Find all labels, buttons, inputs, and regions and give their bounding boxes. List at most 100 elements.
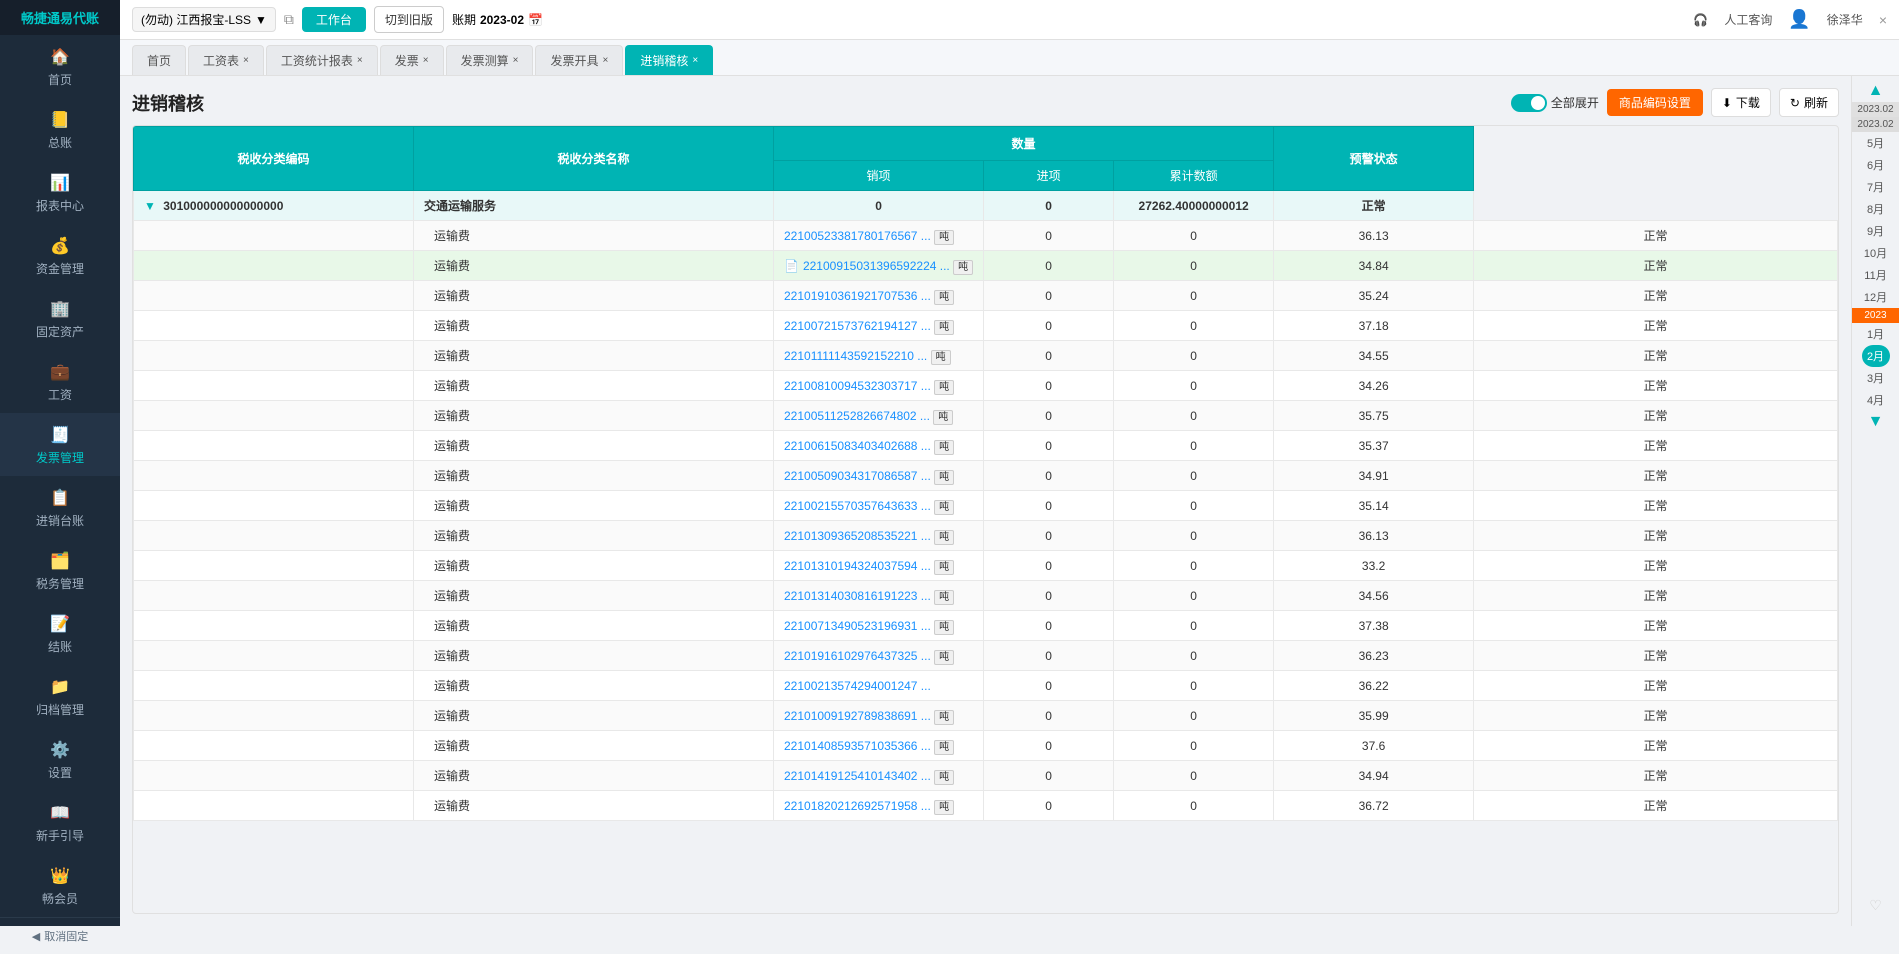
table-row[interactable]: 运输费 22101314030816191223 ... 吨 0 0 34.56… [134, 581, 1838, 611]
sidebar-item-assets-label: 固定资产 [36, 323, 84, 340]
tab-invoice[interactable]: 发票 × [380, 45, 444, 75]
sidebar-item-guide[interactable]: 📖 新手引导 [0, 791, 120, 854]
table-row[interactable]: 运输费 22101309365208535221 ... 吨 0 0 36.13… [134, 521, 1838, 551]
calendar-month-6[interactable]: 6月 [1852, 154, 1899, 176]
table-row[interactable]: ▼ 301000000000000000 交通运输服务 0 0 27262.40… [134, 191, 1838, 221]
cell-name: 运输费 [414, 761, 774, 791]
cell-status: 正常 [1474, 791, 1838, 821]
table-row[interactable]: 运输费 22100509034317086587 ... 吨 0 0 34.91… [134, 461, 1838, 491]
cell-status: 正常 [1474, 251, 1838, 281]
calendar-month-1[interactable]: 1月 [1852, 323, 1899, 345]
sidebar-item-salary[interactable]: 💼 工资 [0, 350, 120, 413]
tab-close-icon[interactable]: × [602, 55, 608, 66]
company-selector[interactable]: (勿动) 江西报宝-LSS ▼ [132, 7, 276, 32]
cell-code [134, 371, 414, 401]
sidebar-item-finance[interactable]: 💰 资金管理 [0, 224, 120, 287]
product-code-settings-button[interactable]: 商品编码设置 [1607, 89, 1703, 116]
cell-invoice: 22101310194324037594 ... 吨 [774, 551, 984, 581]
close-button[interactable]: × [1879, 12, 1887, 28]
tab-inout-audit[interactable]: 进销稽核 × [625, 45, 713, 75]
tab-inout-audit-label: 进销稽核 [640, 52, 688, 69]
table-row[interactable]: 运输费 📄22100915031396592224 ... 吨 0 0 34.8… [134, 251, 1838, 281]
service-label[interactable]: 人工客询 [1724, 11, 1772, 28]
sidebar-item-assets[interactable]: 🏢 固定资产 [0, 287, 120, 350]
tab-close-icon[interactable]: × [357, 55, 363, 66]
sidebar-item-settings-label: 设置 [48, 764, 72, 781]
sidebar-item-settings[interactable]: ⚙️ 设置 [0, 728, 120, 791]
table-row[interactable]: 运输费 22100215570357643633 ... 吨 0 0 35.14… [134, 491, 1838, 521]
table-row[interactable]: 运输费 22101111143592152210 ... 吨 0 0 34.55… [134, 341, 1838, 371]
sidebar-item-vip[interactable]: 👑 畅会员 [0, 854, 120, 917]
tab-salary-stats[interactable]: 工资统计报表 × [266, 45, 378, 75]
table-row[interactable]: 运输费 22100721573762194127 ... 吨 0 0 37.18… [134, 311, 1838, 341]
calendar-month-12[interactable]: 12月 [1852, 286, 1899, 308]
sidebar-item-invoice[interactable]: 🧾 发票管理 [0, 413, 120, 476]
cell-invoice: 22101309365208535221 ... 吨 [774, 521, 984, 551]
tab-home[interactable]: 首页 [132, 45, 186, 75]
table-row[interactable]: 运输费 22101009192789838691 ... 吨 0 0 35.99… [134, 701, 1838, 731]
period-label: 账期 [452, 11, 476, 28]
table-row[interactable]: 运输费 22101916102976437325 ... 吨 0 0 36.23… [134, 641, 1838, 671]
calendar-up-nav[interactable]: ▲ [1866, 80, 1886, 102]
tab-close-icon[interactable]: × [692, 55, 698, 66]
switch-version-button[interactable]: 切到旧版 [374, 6, 444, 33]
sidebar-item-home[interactable]: 🏠 首页 [0, 35, 120, 98]
unit-tag: 吨 [934, 650, 954, 665]
table-row[interactable]: 运输费 22101310194324037594 ... 吨 0 0 33.2 … [134, 551, 1838, 581]
table-row[interactable]: 运输费 22101910361921707536 ... 吨 0 0 35.24… [134, 281, 1838, 311]
sidebar-item-reports[interactable]: 📊 报表中心 [0, 161, 120, 224]
calendar-down-nav[interactable]: ▼ [1866, 411, 1886, 433]
cell-sales: 0 [984, 581, 1114, 611]
table-row[interactable]: 运输费 22101408593571035366 ... 吨 0 0 37.6 … [134, 731, 1838, 761]
calendar-month-11[interactable]: 11月 [1852, 264, 1899, 286]
tab-close-icon[interactable]: × [423, 55, 429, 66]
calendar-month-2[interactable]: 2月 [1862, 345, 1890, 367]
tab-invoice-issue[interactable]: 发票开具 × [535, 45, 623, 75]
file-icon: 📄 [784, 259, 799, 273]
table-row[interactable]: 运输费 22101419125410143402 ... 吨 0 0 34.94… [134, 761, 1838, 791]
sidebar-item-finance-label: 资金管理 [36, 260, 84, 277]
cell-status: 正常 [1474, 401, 1838, 431]
sidebar-item-archive[interactable]: 📁 归档管理 [0, 665, 120, 728]
tab-invoice-calc[interactable]: 发票测算 × [446, 45, 534, 75]
cell-cumulative: 34.56 [1274, 581, 1474, 611]
tab-close-icon[interactable]: × [243, 55, 249, 66]
sidebar-item-inout[interactable]: 📋 进销台账 [0, 476, 120, 539]
sidebar-pin[interactable]: ◀ 取消固定 [0, 917, 120, 954]
table-row[interactable]: 运输费 22100523381780176567 ... 吨 0 0 36.13… [134, 221, 1838, 251]
download-button[interactable]: ⬇ 下载 [1711, 88, 1771, 117]
calendar-month-7[interactable]: 7月 [1852, 176, 1899, 198]
cell-name: 运输费 [414, 551, 774, 581]
table-row[interactable]: 运输费 22101820212692571958 ... 吨 0 0 36.72… [134, 791, 1838, 821]
tab-salary-table[interactable]: 工资表 × [188, 45, 264, 75]
cell-sales: 0 [984, 281, 1114, 311]
cell-purchase: 0 [1114, 311, 1274, 341]
code-value: 301000000000000000 [163, 199, 283, 213]
unit-tag: 吨 [953, 260, 973, 275]
sidebar-item-ledger[interactable]: 📒 总账 [0, 98, 120, 161]
tab-close-icon[interactable]: × [513, 55, 519, 66]
col-header-code: 税收分类编码 [134, 127, 414, 191]
cell-sales: 0 [984, 311, 1114, 341]
cell-purchase: 0 [1114, 641, 1274, 671]
calendar-icon[interactable]: 📅 [528, 13, 543, 27]
calendar-month-4[interactable]: 4月 [1852, 389, 1899, 411]
calendar-month-5[interactable]: 5月 [1852, 132, 1899, 154]
sidebar-item-closing[interactable]: 📝 结账 [0, 602, 120, 665]
calendar-month-10[interactable]: 10月 [1852, 242, 1899, 264]
refresh-button[interactable]: ↻ 刷新 [1779, 88, 1839, 117]
sidebar-item-tax[interactable]: 🗂️ 税务管理 [0, 539, 120, 602]
calendar-month-9[interactable]: 9月 [1852, 220, 1899, 242]
sidebar-item-reports-label: 报表中心 [36, 197, 84, 214]
workbench-button[interactable]: 工作台 [302, 7, 366, 32]
table-row[interactable]: 运输费 22100615083403402688 ... 吨 0 0 35.37… [134, 431, 1838, 461]
calendar-month-8[interactable]: 8月 [1852, 198, 1899, 220]
table-row[interactable]: 运输费 22100213574294001247 ... 0 0 36.22 正… [134, 671, 1838, 701]
table-row[interactable]: 运输费 22100511252826674802 ... 吨 0 0 35.75… [134, 401, 1838, 431]
table-row[interactable]: 运输费 22100713490523196931 ... 吨 0 0 37.38… [134, 611, 1838, 641]
table-row[interactable]: 运输费 22100810094532303717 ... 吨 0 0 34.26… [134, 371, 1838, 401]
copy-icon[interactable]: ⧉ [284, 11, 294, 28]
expand-toggle[interactable] [1511, 94, 1547, 112]
calendar-month-3[interactable]: 3月 [1852, 367, 1899, 389]
cell-sales: 0 [984, 371, 1114, 401]
